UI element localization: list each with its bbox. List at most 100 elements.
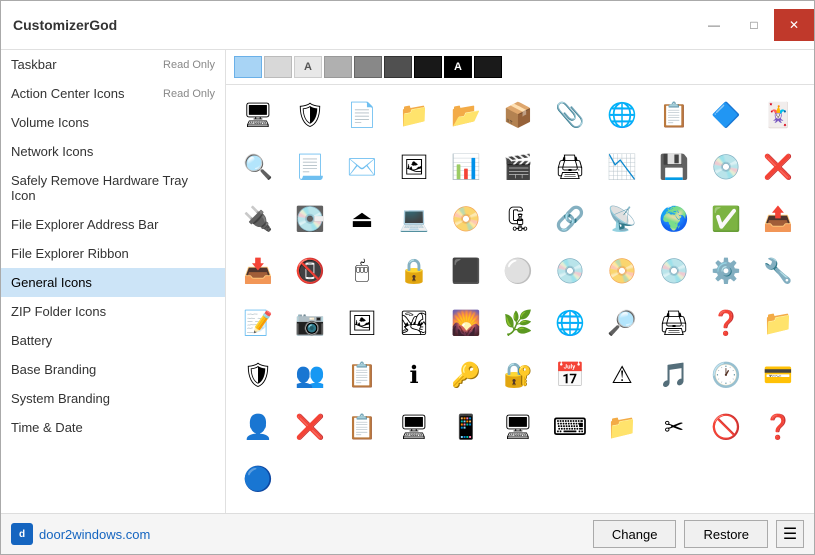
icon-cell-56[interactable]: 👥	[286, 351, 334, 399]
icon-cell-24[interactable]: ⏏	[338, 195, 386, 243]
icon-cell-40[interactable]: 📀	[598, 247, 646, 295]
icon-cell-31[interactable]: ✅	[702, 195, 750, 243]
icon-cell-13[interactable]: ✉️	[338, 143, 386, 191]
icon-cell-60[interactable]: 🔐	[494, 351, 542, 399]
sidebar-item-time-date[interactable]: Time & Date	[1, 413, 225, 442]
color-swatch-5[interactable]	[384, 56, 412, 78]
icon-cell-54[interactable]: 📁	[754, 299, 802, 347]
icon-cell-2[interactable]: 📄	[338, 91, 386, 139]
icon-cell-25[interactable]: 💻	[390, 195, 438, 243]
icon-cell-58[interactable]: ℹ	[390, 351, 438, 399]
color-swatch-7[interactable]: A	[444, 56, 472, 78]
icon-cell-5[interactable]: 📦	[494, 91, 542, 139]
icon-cell-72[interactable]: ⌨	[546, 403, 594, 451]
icon-cell-15[interactable]: 📊	[442, 143, 490, 191]
sidebar-item-zip-folder[interactable]: ZIP Folder Icons	[1, 297, 225, 326]
color-swatch-0[interactable]	[234, 56, 262, 78]
icon-cell-36[interactable]: 🔒	[390, 247, 438, 295]
icon-cell-77[interactable]: 🔵	[234, 455, 282, 503]
icon-cell-27[interactable]: 🗜	[494, 195, 542, 243]
icon-cell-38[interactable]: ⚪	[494, 247, 542, 295]
sidebar-item-file-explorer-ribbon[interactable]: File Explorer Ribbon	[1, 239, 225, 268]
icon-cell-0[interactable]: 🖥	[234, 91, 282, 139]
icon-cell-35[interactable]: 🖱	[338, 247, 386, 295]
icon-cell-48[interactable]: 🌄	[442, 299, 490, 347]
maximize-button[interactable]: □	[734, 9, 774, 41]
icon-cell-46[interactable]: 🖼	[338, 299, 386, 347]
minimize-button[interactable]: —	[694, 9, 734, 41]
icon-cell-10[interactable]: 🃏	[754, 91, 802, 139]
change-button[interactable]: Change	[593, 520, 677, 548]
icon-cell-66[interactable]: 👤	[234, 403, 282, 451]
color-swatch-1[interactable]	[264, 56, 292, 78]
icon-cell-65[interactable]: 💳	[754, 351, 802, 399]
icon-cell-6[interactable]: 📎	[546, 91, 594, 139]
icon-cell-16[interactable]: 🎬	[494, 143, 542, 191]
icon-cell-30[interactable]: 🌍	[650, 195, 698, 243]
icon-cell-4[interactable]: 📂	[442, 91, 490, 139]
icon-cell-52[interactable]: 🖨	[650, 299, 698, 347]
icon-cell-68[interactable]: 📋	[338, 403, 386, 451]
color-swatch-4[interactable]	[354, 56, 382, 78]
icon-cell-50[interactable]: 🌐	[546, 299, 594, 347]
icon-cell-73[interactable]: 📁	[598, 403, 646, 451]
sidebar-item-safely-remove[interactable]: Safely Remove Hardware Tray Icon	[1, 166, 225, 210]
restore-button[interactable]: Restore	[684, 520, 768, 548]
icon-cell-64[interactable]: 🕐	[702, 351, 750, 399]
icon-cell-42[interactable]: ⚙️	[702, 247, 750, 295]
icon-cell-45[interactable]: 📷	[286, 299, 334, 347]
icon-cell-76[interactable]: ❓	[754, 403, 802, 451]
sidebar-item-taskbar[interactable]: TaskbarRead Only	[1, 50, 225, 79]
icon-cell-3[interactable]: 📁	[390, 91, 438, 139]
menu-button[interactable]: ☰	[776, 520, 804, 548]
icon-cell-37[interactable]: ⬛	[442, 247, 490, 295]
sidebar-item-battery[interactable]: Battery	[1, 326, 225, 355]
icon-cell-12[interactable]: 📃	[286, 143, 334, 191]
icon-cell-33[interactable]: 📥	[234, 247, 282, 295]
icon-cell-67[interactable]: ❌	[286, 403, 334, 451]
sidebar-item-volume[interactable]: Volume Icons	[1, 108, 225, 137]
icon-cell-71[interactable]: 🖥	[494, 403, 542, 451]
icon-cell-69[interactable]: 🖥	[390, 403, 438, 451]
sidebar-item-system-branding[interactable]: System Branding	[1, 384, 225, 413]
icon-cell-11[interactable]: 🔍	[234, 143, 282, 191]
sidebar-item-network[interactable]: Network Icons	[1, 137, 225, 166]
icon-cell-44[interactable]: 📝	[234, 299, 282, 347]
icon-cell-61[interactable]: 📅	[546, 351, 594, 399]
sidebar-item-base-branding[interactable]: Base Branding	[1, 355, 225, 384]
icon-cell-63[interactable]: 🎵	[650, 351, 698, 399]
icon-cell-26[interactable]: 📀	[442, 195, 490, 243]
sidebar-item-action-center[interactable]: Action Center IconsRead Only	[1, 79, 225, 108]
icon-cell-23[interactable]: 💽	[286, 195, 334, 243]
icon-cell-7[interactable]: 🌐	[598, 91, 646, 139]
icon-cell-53[interactable]: ❓	[702, 299, 750, 347]
icon-cell-55[interactable]: 🛡	[234, 351, 282, 399]
icon-cell-32[interactable]: 📤	[754, 195, 802, 243]
icon-cell-41[interactable]: 💿	[650, 247, 698, 295]
icon-cell-18[interactable]: 📉	[598, 143, 646, 191]
color-swatch-2[interactable]: A	[294, 56, 322, 78]
sidebar-item-general-icons[interactable]: General Icons	[1, 268, 225, 297]
sidebar-item-file-explorer-address[interactable]: File Explorer Address Bar	[1, 210, 225, 239]
icon-cell-59[interactable]: 🔑	[442, 351, 490, 399]
icon-cell-29[interactable]: 📡	[598, 195, 646, 243]
icon-cell-49[interactable]: 🌿	[494, 299, 542, 347]
icon-cell-47[interactable]: 🏞	[390, 299, 438, 347]
icon-cell-14[interactable]: 🖼	[390, 143, 438, 191]
icon-cell-9[interactable]: 🔷	[702, 91, 750, 139]
icon-cell-51[interactable]: 🔎	[598, 299, 646, 347]
icon-cell-1[interactable]: 🛡	[286, 91, 334, 139]
icon-cell-62[interactable]: ⚠	[598, 351, 646, 399]
close-button[interactable]: ✕	[774, 9, 814, 41]
icon-cell-39[interactable]: 💿	[546, 247, 594, 295]
icon-cell-34[interactable]: 📵	[286, 247, 334, 295]
icon-cell-19[interactable]: 💾	[650, 143, 698, 191]
icon-cell-70[interactable]: 📱	[442, 403, 490, 451]
color-swatch-6[interactable]	[414, 56, 442, 78]
icon-cell-20[interactable]: 💿	[702, 143, 750, 191]
icon-cell-21[interactable]: ❌	[754, 143, 802, 191]
icon-cell-17[interactable]: 🖨	[546, 143, 594, 191]
icon-cell-28[interactable]: 🔗	[546, 195, 594, 243]
icon-cell-43[interactable]: 🔧	[754, 247, 802, 295]
color-swatch-3[interactable]	[324, 56, 352, 78]
